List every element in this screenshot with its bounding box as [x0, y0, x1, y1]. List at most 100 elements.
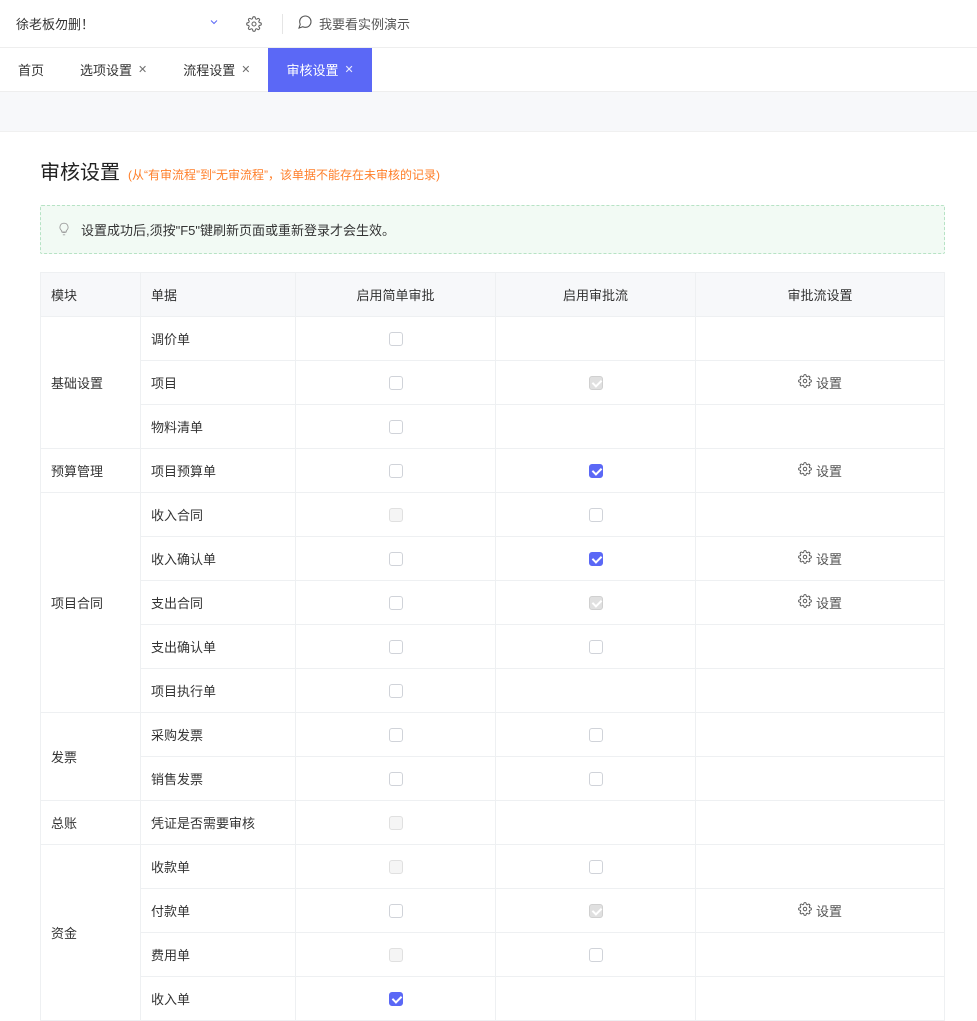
simple-approve-checkbox[interactable] [389, 332, 403, 346]
flow-settings-cell: 设置 [696, 537, 945, 581]
flow-approve-checkbox[interactable] [589, 508, 603, 522]
tabs: 首页选项设置✕流程设置✕ 审核设置 ✕ [0, 48, 977, 92]
simple-approve-checkbox[interactable] [389, 552, 403, 566]
simple-approve-cell [296, 317, 496, 361]
flow-settings-cell: 设置 [696, 581, 945, 625]
module-cell: 发票 [41, 713, 141, 801]
flow-approve-checkbox [589, 596, 603, 610]
settings-link-label: 设置 [816, 549, 842, 568]
flow-approve-checkbox[interactable] [589, 860, 603, 874]
page-gap [0, 92, 977, 132]
table-row: 收入单 [41, 977, 945, 1021]
flow-settings-cell [696, 933, 945, 977]
flow-approve-checkbox[interactable] [589, 640, 603, 654]
simple-approve-checkbox [389, 948, 403, 962]
table-row: 资金收款单 [41, 845, 945, 889]
settings-link-label: 设置 [816, 593, 842, 612]
gear-icon [798, 902, 812, 919]
close-icon[interactable]: ✕ [345, 63, 354, 76]
flow-settings-cell [696, 845, 945, 889]
settings-link[interactable]: 设置 [798, 593, 842, 612]
simple-approve-cell [296, 581, 496, 625]
simple-approve-cell [296, 449, 496, 493]
col-flow-approve: 启用审批流 [496, 273, 696, 317]
simple-approve-checkbox[interactable] [389, 992, 403, 1006]
divider [282, 14, 283, 34]
module-cell: 基础设置 [41, 317, 141, 449]
table-row: 总账凭证是否需要审核 [41, 801, 945, 845]
tab-2[interactable]: 流程设置✕ [165, 48, 268, 92]
document-cell: 物料清单 [141, 405, 296, 449]
tab-label: 首页 [18, 60, 44, 79]
page-select[interactable]: 徐老板勿删！ [8, 8, 228, 40]
flow-settings-cell [696, 625, 945, 669]
settings-link-label: 设置 [816, 461, 842, 480]
flow-approve-checkbox [589, 376, 603, 390]
flow-approve-cell [496, 317, 696, 361]
tab-1[interactable]: 选项设置✕ [62, 48, 165, 92]
simple-approve-checkbox [389, 860, 403, 874]
demo-link-label: 我要看实例演示 [319, 14, 410, 33]
page-select-value: 徐老板勿删！ [16, 14, 94, 33]
table-row: 基础设置调价单 [41, 317, 945, 361]
simple-approve-checkbox[interactable] [389, 640, 403, 654]
lightbulb-icon [57, 222, 71, 238]
flow-approve-cell [496, 493, 696, 537]
tab-3[interactable]: 审核设置 ✕ [268, 48, 371, 92]
document-cell: 调价单 [141, 317, 296, 361]
simple-approve-checkbox[interactable] [389, 684, 403, 698]
flow-approve-checkbox[interactable] [589, 728, 603, 742]
document-cell: 收入单 [141, 977, 296, 1021]
flow-approve-checkbox[interactable] [589, 772, 603, 786]
flow-approve-cell [496, 405, 696, 449]
close-icon[interactable]: ✕ [138, 63, 147, 76]
tab-label: 审核设置 [286, 60, 338, 79]
flow-approve-checkbox[interactable] [589, 464, 603, 478]
table-row: 预算管理项目预算单设置 [41, 449, 945, 493]
simple-approve-cell [296, 713, 496, 757]
settings-link[interactable]: 设置 [798, 901, 842, 920]
table-row: 项目合同收入合同 [41, 493, 945, 537]
simple-approve-checkbox[interactable] [389, 728, 403, 742]
module-cell: 总账 [41, 801, 141, 845]
flow-settings-cell [696, 977, 945, 1021]
simple-approve-checkbox[interactable] [389, 596, 403, 610]
simple-approve-checkbox[interactable] [389, 772, 403, 786]
col-flow-settings: 审批流设置 [696, 273, 945, 317]
table-row: 收入确认单设置 [41, 537, 945, 581]
flow-settings-cell: 设置 [696, 361, 945, 405]
simple-approve-checkbox[interactable] [389, 464, 403, 478]
table-row: 支出确认单 [41, 625, 945, 669]
flow-approve-checkbox[interactable] [589, 948, 603, 962]
simple-approve-cell [296, 669, 496, 713]
module-cell: 项目合同 [41, 493, 141, 713]
settings-link-label: 设置 [816, 373, 842, 392]
gear-icon [798, 550, 812, 567]
table-row: 付款单设置 [41, 889, 945, 933]
settings-link[interactable]: 设置 [798, 373, 842, 392]
flow-approve-checkbox[interactable] [589, 552, 603, 566]
flow-settings-cell [696, 801, 945, 845]
page-title: 审核设置 [40, 156, 120, 185]
settings-table: 模块 单据 启用简单审批 启用审批流 审批流设置 基础设置调价单项目设置物料清单… [40, 272, 945, 1021]
flow-approve-cell [496, 933, 696, 977]
flow-approve-cell [496, 889, 696, 933]
tab-0[interactable]: 首页 [0, 48, 62, 92]
gear-icon [798, 594, 812, 611]
gear-icon[interactable] [240, 10, 268, 38]
simple-approve-cell [296, 845, 496, 889]
settings-link[interactable]: 设置 [798, 461, 842, 480]
simple-approve-checkbox[interactable] [389, 376, 403, 390]
simple-approve-checkbox[interactable] [389, 420, 403, 434]
close-icon[interactable]: ✕ [241, 63, 250, 76]
flow-settings-cell [696, 493, 945, 537]
flow-approve-cell [496, 757, 696, 801]
demo-link[interactable]: 我要看实例演示 [297, 14, 410, 33]
simple-approve-checkbox[interactable] [389, 904, 403, 918]
simple-approve-cell [296, 933, 496, 977]
document-cell: 项目 [141, 361, 296, 405]
document-cell: 项目执行单 [141, 669, 296, 713]
settings-link[interactable]: 设置 [798, 549, 842, 568]
document-cell: 费用单 [141, 933, 296, 977]
flow-approve-cell [496, 713, 696, 757]
